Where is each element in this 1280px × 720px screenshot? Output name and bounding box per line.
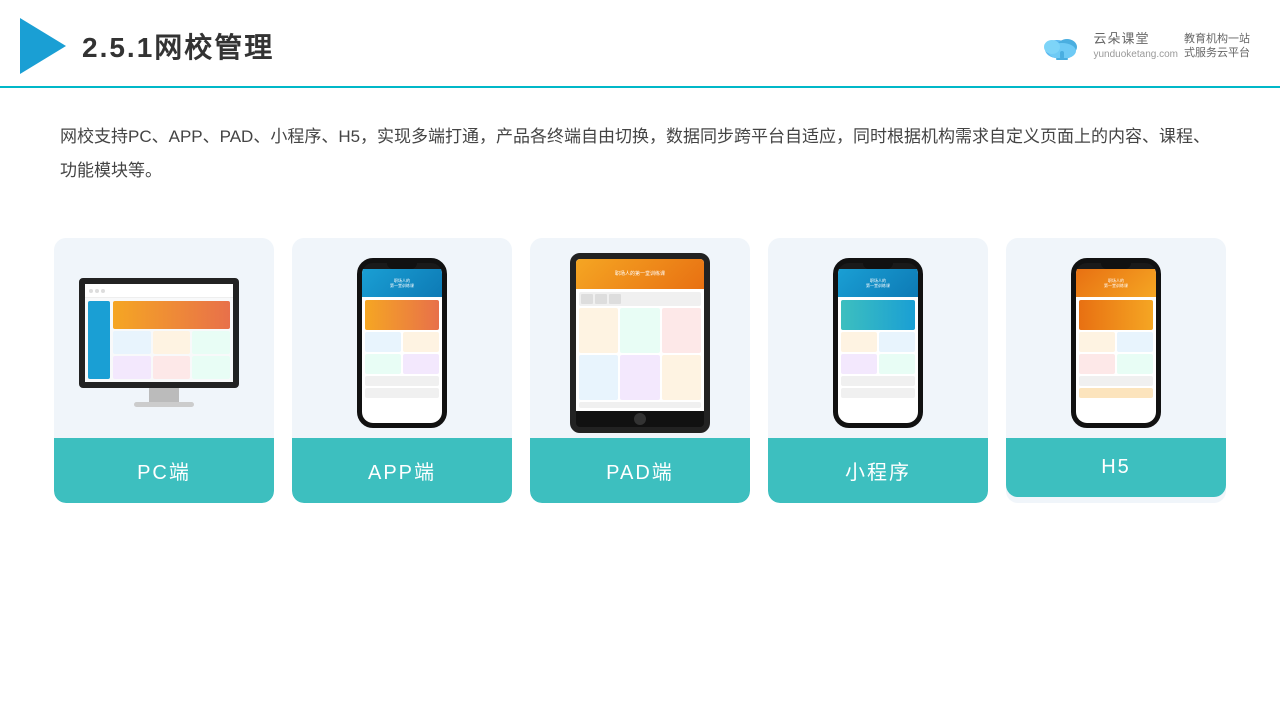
miniprogram-phone-icon: 职场人的第一堂训练课 <box>833 258 923 428</box>
card-pad-label: PAD端 <box>530 438 750 503</box>
cards-section: PC端 职场人的第一堂训练课 <box>0 218 1280 503</box>
card-h5-label: H5 <box>1006 438 1226 497</box>
brand-name: 云朵课堂 <box>1093 31 1149 48</box>
card-app: 职场人的第一堂训练课 APP端 <box>292 238 512 503</box>
card-app-image: 职场人的第一堂训练课 <box>292 238 512 438</box>
brand-tagline-line1: 教育机构一站 <box>1184 32 1250 46</box>
description-content: 网校支持PC、APP、PAD、小程序、H5，实现多端打通，产品各终端自由切换，数… <box>60 127 1210 180</box>
card-pc: PC端 <box>54 238 274 503</box>
card-h5-image: 职场人的第一堂训练课 <box>1006 238 1226 438</box>
h5-phone-icon: 职场人的第一堂训练课 <box>1071 258 1161 428</box>
pc-monitor-icon <box>79 278 249 408</box>
header-left: 2.5.1网校管理 <box>20 18 274 74</box>
card-miniprogram-label: 小程序 <box>768 438 988 503</box>
card-app-label: APP端 <box>292 438 512 503</box>
header-right: 云朵课堂 yunduoketang.com 教育机构一站 式服务云平台 <box>1037 29 1250 64</box>
logo-triangle-icon <box>20 18 66 74</box>
card-pad-image: 职场人的第一堂训练课 <box>530 238 750 438</box>
app-phone-icon: 职场人的第一堂训练课 <box>357 258 447 428</box>
brand-tagline: 教育机构一站 式服务云平台 <box>1184 32 1250 61</box>
brand-text: 云朵课堂 yunduoketang.com <box>1093 31 1178 61</box>
card-pc-image <box>54 238 274 438</box>
brand-logo: 云朵课堂 yunduoketang.com 教育机构一站 式服务云平台 <box>1037 29 1250 64</box>
brand-tagline-line2: 式服务云平台 <box>1184 46 1250 60</box>
card-miniprogram-image: 职场人的第一堂训练课 <box>768 238 988 438</box>
cloud-icon <box>1037 29 1087 64</box>
page-header: 2.5.1网校管理 云朵课堂 yunduoketang.com 教育机构一站 式… <box>0 0 1280 88</box>
pad-tablet-icon: 职场人的第一堂训练课 <box>570 253 710 433</box>
card-miniprogram: 职场人的第一堂训练课 小程序 <box>768 238 988 503</box>
brand-url: yunduoketang.com <box>1093 48 1178 61</box>
card-pc-label: PC端 <box>54 438 274 503</box>
card-h5: 职场人的第一堂训练课 H5 <box>1006 238 1226 503</box>
description-text: 网校支持PC、APP、PAD、小程序、H5，实现多端打通，产品各终端自由切换，数… <box>0 88 1280 208</box>
card-pad: 职场人的第一堂训练课 <box>530 238 750 503</box>
page-title: 2.5.1网校管理 <box>82 26 274 66</box>
